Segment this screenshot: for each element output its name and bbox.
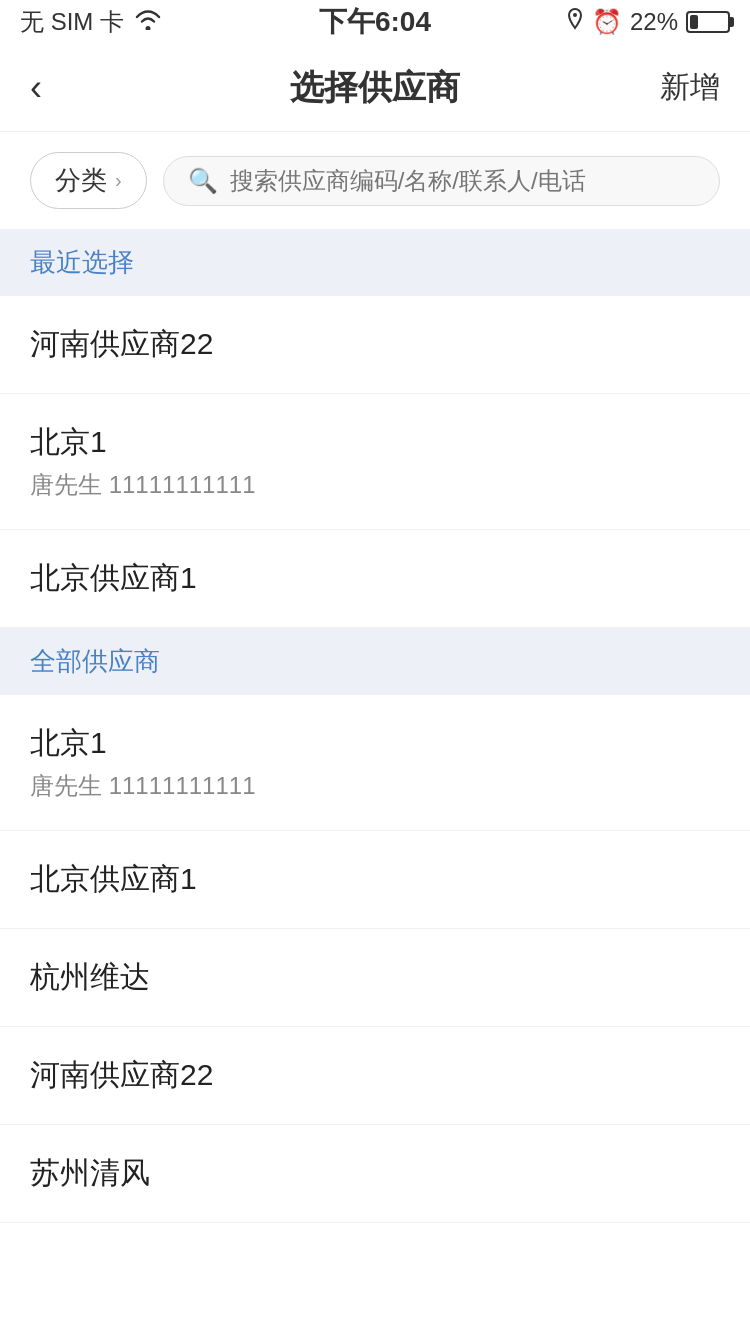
item-name: 河南供应商22 [30, 1055, 720, 1096]
svg-point-0 [573, 13, 577, 17]
location-icon [566, 8, 584, 36]
item-name: 北京1 [30, 422, 720, 463]
recent-list: 河南供应商22 北京1 唐先生 11111111111 北京供应商1 [0, 296, 750, 628]
item-name: 杭州维达 [30, 957, 720, 998]
status-bar: 无 SIM 卡 下午6:04 ⏰ 22% [0, 0, 750, 44]
all-list-item[interactable]: 杭州维达 [0, 929, 750, 1027]
filter-bar: 分类 › 🔍 [0, 132, 750, 229]
battery-icon [686, 11, 730, 33]
search-box[interactable]: 🔍 [163, 156, 720, 206]
search-input[interactable] [230, 167, 695, 195]
recent-section-header: 最近选择 [0, 229, 750, 296]
item-name: 苏州清风 [30, 1153, 720, 1194]
recent-list-item[interactable]: 河南供应商22 [0, 296, 750, 394]
all-list: 北京1 唐先生 11111111111 北京供应商1 杭州维达 河南供应商22 … [0, 695, 750, 1223]
nav-bar: ‹ 选择供应商 新增 [0, 44, 750, 132]
recent-list-item[interactable]: 北京1 唐先生 11111111111 [0, 394, 750, 530]
all-list-item[interactable]: 北京1 唐先生 11111111111 [0, 695, 750, 831]
item-name: 北京供应商1 [30, 859, 720, 900]
item-name: 北京供应商1 [30, 558, 720, 599]
category-label: 分类 [55, 163, 107, 198]
item-name: 北京1 [30, 723, 720, 764]
recent-section-label: 最近选择 [30, 247, 134, 277]
page-title: 选择供应商 [290, 65, 460, 111]
add-button[interactable]: 新增 [660, 67, 720, 108]
carrier-text: 无 SIM 卡 [20, 6, 124, 38]
all-section-header: 全部供应商 [0, 628, 750, 695]
status-time: 下午6:04 [319, 3, 431, 41]
all-list-item[interactable]: 河南供应商22 [0, 1027, 750, 1125]
search-icon: 🔍 [188, 167, 218, 195]
category-filter[interactable]: 分类 › [30, 152, 147, 209]
recent-list-item[interactable]: 北京供应商1 [0, 530, 750, 628]
item-name: 河南供应商22 [30, 324, 720, 365]
item-sub: 唐先生 11111111111 [30, 770, 720, 802]
all-list-item[interactable]: 北京供应商1 [0, 831, 750, 929]
chevron-right-icon: › [115, 169, 122, 192]
alarm-icon: ⏰ [592, 8, 622, 36]
all-list-item[interactable]: 苏州清风 [0, 1125, 750, 1223]
status-left: 无 SIM 卡 [20, 6, 162, 38]
status-right: ⏰ 22% [566, 8, 730, 36]
battery-percent: 22% [630, 8, 678, 36]
all-section-label: 全部供应商 [30, 646, 160, 676]
back-button[interactable]: ‹ [30, 67, 90, 109]
item-sub: 唐先生 11111111111 [30, 469, 720, 501]
wifi-icon [134, 8, 162, 36]
